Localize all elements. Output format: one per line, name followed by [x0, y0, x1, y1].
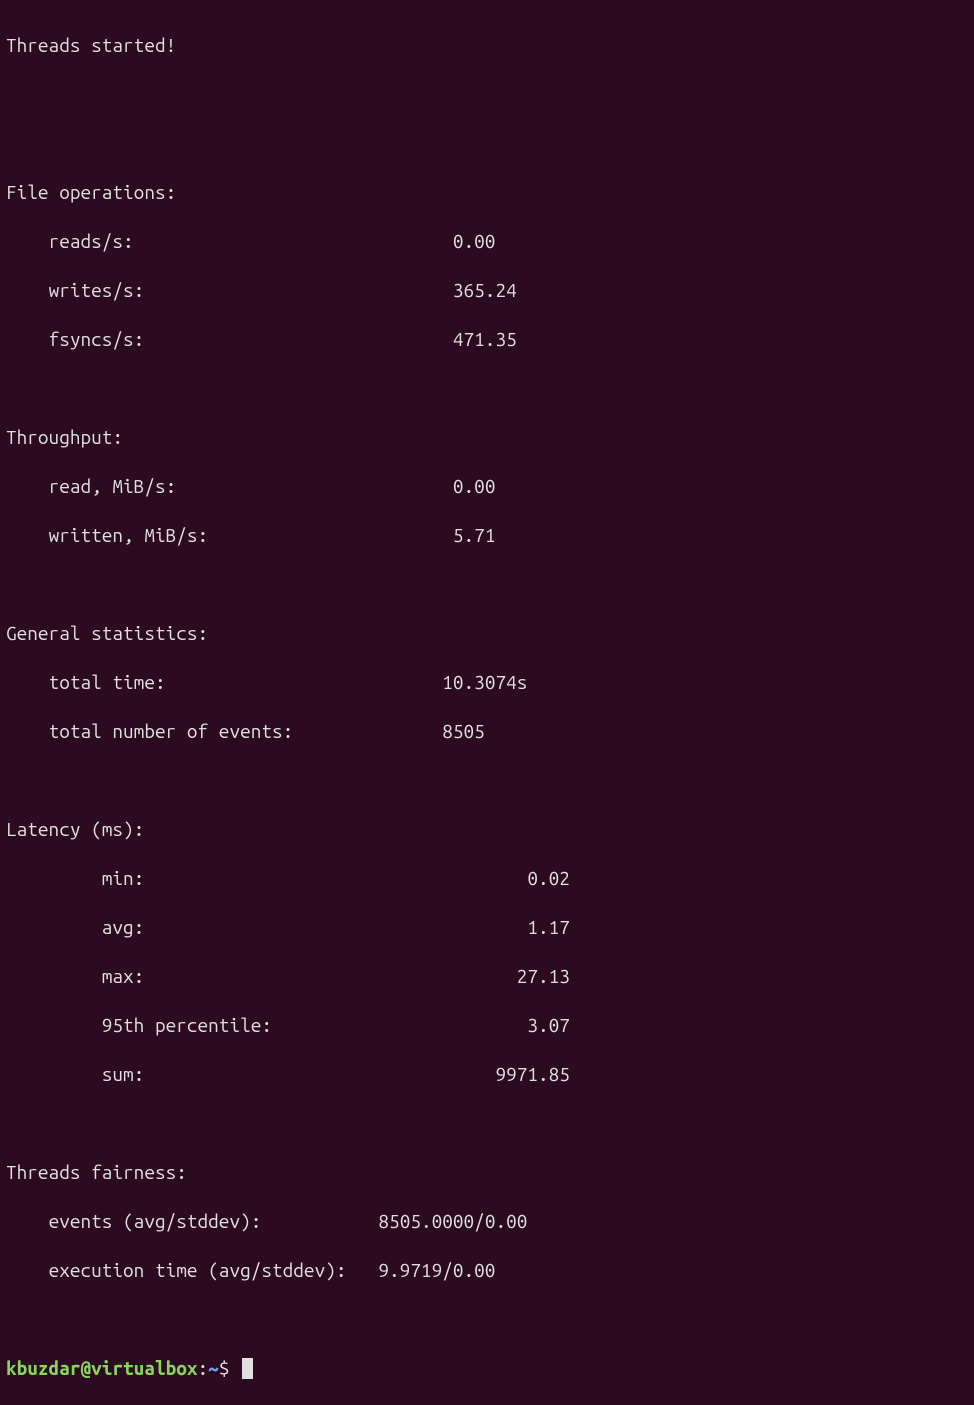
min-value: 0.02: [527, 867, 570, 889]
reads-label: reads/s:: [49, 230, 134, 252]
fileops-reads: reads/s: 0.00: [6, 229, 968, 254]
prompt-at: @: [80, 1357, 91, 1379]
exec-value: 9.9719/0.00: [378, 1259, 495, 1281]
blank-line: [6, 572, 968, 597]
events-label: events (avg/stddev):: [49, 1210, 262, 1232]
latency-max: max: 27.13: [6, 964, 968, 989]
prompt-line[interactable]: kbuzdar@virtualbox:~$: [6, 1356, 968, 1381]
blank-line: [6, 1111, 968, 1136]
total-time-value: 10.3074s: [442, 671, 527, 693]
p95-value: 3.07: [527, 1014, 570, 1036]
prompt-colon: :: [198, 1357, 209, 1379]
latency-avg: avg: 1.17: [6, 915, 968, 940]
written-value: 5.71: [453, 524, 496, 546]
written-label: written, MiB/s:: [49, 524, 209, 546]
throughput-title: Throughput:: [6, 425, 968, 450]
max-value: 27.13: [517, 965, 570, 987]
events-value: 8505.0000/0.00: [378, 1210, 527, 1232]
read-value: 0.00: [453, 475, 496, 497]
header-line: Threads started!: [6, 33, 968, 58]
fairness-exec: execution time (avg/stddev): 9.9719/0.00: [6, 1258, 968, 1283]
min-label: min:: [102, 867, 145, 889]
read-label: read, MiB/s:: [49, 475, 177, 497]
fairness-title: Threads fairness:: [6, 1160, 968, 1185]
avg-value: 1.17: [527, 916, 570, 938]
latency-title: Latency (ms):: [6, 817, 968, 842]
general-total-events: total number of events: 8505: [6, 719, 968, 744]
latency-min: min: 0.02: [6, 866, 968, 891]
total-events-value: 8505: [442, 720, 485, 742]
latency-sum: sum: 9971.85: [6, 1062, 968, 1087]
cursor-icon: [242, 1358, 253, 1379]
total-time-label: total time:: [49, 671, 166, 693]
prompt-dollar: $: [219, 1357, 230, 1379]
blank-line: [6, 768, 968, 793]
max-label: max:: [102, 965, 145, 987]
blank-line: [6, 131, 968, 156]
general-title: General statistics:: [6, 621, 968, 646]
sum-label: sum:: [102, 1063, 145, 1085]
fileops-title: File operations:: [6, 180, 968, 205]
writes-value: 365.24: [453, 279, 517, 301]
fairness-events: events (avg/stddev): 8505.0000/0.00: [6, 1209, 968, 1234]
throughput-read: read, MiB/s: 0.00: [6, 474, 968, 499]
blank-line: [6, 376, 968, 401]
fsyncs-value: 471.35: [453, 328, 517, 350]
total-events-label: total number of events:: [49, 720, 294, 742]
general-total-time: total time: 10.3074s: [6, 670, 968, 695]
fileops-fsyncs: fsyncs/s: 471.35: [6, 327, 968, 352]
blank-line: [6, 82, 968, 107]
blank-line: [6, 1307, 968, 1332]
prompt-path: ~: [208, 1357, 219, 1379]
prompt-host: virtualbox: [91, 1357, 197, 1379]
fsyncs-label: fsyncs/s:: [49, 328, 145, 350]
throughput-written: written, MiB/s: 5.71: [6, 523, 968, 548]
exec-label: execution time (avg/stddev):: [49, 1259, 347, 1281]
terminal-output[interactable]: Threads started! File operations: reads/…: [6, 8, 968, 1405]
avg-label: avg:: [102, 916, 145, 938]
reads-value: 0.00: [453, 230, 496, 252]
writes-label: writes/s:: [49, 279, 145, 301]
fileops-writes: writes/s: 365.24: [6, 278, 968, 303]
p95-label: 95th percentile:: [102, 1014, 272, 1036]
latency-p95: 95th percentile: 3.07: [6, 1013, 968, 1038]
sum-value: 9971.85: [495, 1063, 569, 1085]
prompt-user: kbuzdar: [6, 1357, 80, 1379]
